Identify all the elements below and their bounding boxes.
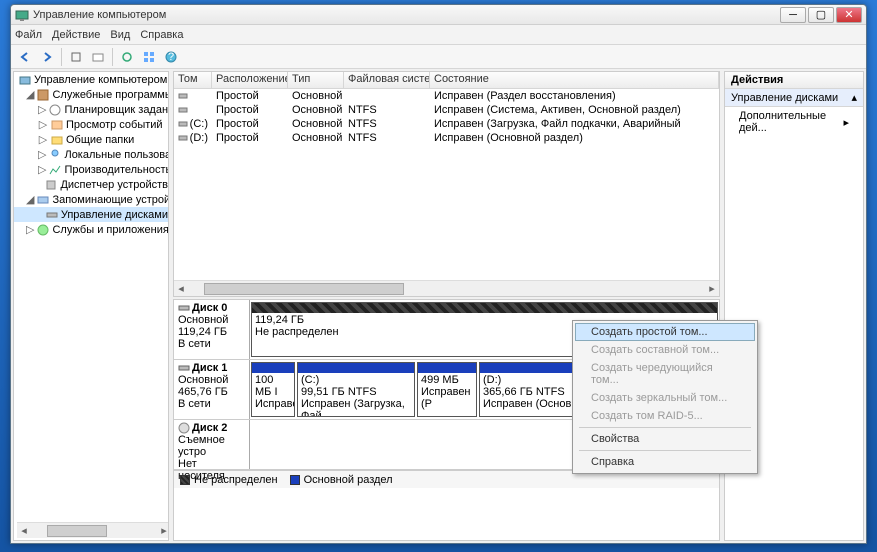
- forward-button[interactable]: [37, 47, 57, 67]
- tree-users[interactable]: ▷Локальные пользоват: [14, 147, 168, 162]
- svg-text:?: ?: [168, 51, 174, 63]
- tree-scrollbar[interactable]: ◂▸: [17, 522, 169, 538]
- list-headers[interactable]: Том Расположение Тип Файловая система Со…: [174, 72, 719, 89]
- tree-storage[interactable]: ◢Запоминающие устройс: [14, 192, 168, 207]
- tree-disk-management[interactable]: Управление дисками: [14, 207, 168, 222]
- table-row[interactable]: (D:)ПростойОсновнойNTFSИсправен (Основно…: [174, 131, 719, 145]
- disk-2-info[interactable]: Диск 2 Съемное устро Нет носителя: [174, 420, 250, 469]
- menu-action[interactable]: Действие: [52, 29, 100, 41]
- col-volume[interactable]: Том: [174, 72, 212, 88]
- actions-category[interactable]: Управление дисками▴: [725, 89, 863, 107]
- back-button[interactable]: [15, 47, 35, 67]
- tree-system-tools[interactable]: ◢Служебные программы: [14, 87, 168, 102]
- collapse-icon: ▴: [851, 91, 857, 104]
- tree-devmgr[interactable]: Диспетчер устройств: [14, 177, 168, 192]
- actions-title: Действия: [725, 72, 863, 89]
- disk-0-info[interactable]: Диск 0 Основной 119,24 ГБ В сети: [174, 300, 250, 359]
- titlebar[interactable]: Управление компьютером ─ ▢ ✕: [11, 5, 866, 25]
- disk-icon: [178, 362, 190, 374]
- ctx-create-raid5: Создать том RAID-5...: [575, 407, 755, 425]
- ctx-create-striped: Создать чередующийся том...: [575, 359, 755, 389]
- col-layout[interactable]: Расположение: [212, 72, 288, 88]
- menu-file[interactable]: Файл: [15, 29, 42, 41]
- disk-1-vol-c[interactable]: (C:)99,51 ГБ NTFSИсправен (Загрузка, Фай: [297, 362, 415, 417]
- tree-shared[interactable]: ▷Общие папки: [14, 132, 168, 147]
- disk-icon: [178, 302, 190, 314]
- ctx-properties[interactable]: Свойства: [575, 430, 755, 448]
- tree-root[interactable]: Управление компьютером (л: [14, 72, 168, 87]
- window-title: Управление компьютером: [33, 9, 780, 21]
- disc-icon: [178, 422, 190, 434]
- view-button[interactable]: [139, 47, 159, 67]
- app-icon: [15, 8, 29, 22]
- toolbar: ?: [11, 45, 866, 69]
- up-button[interactable]: [66, 47, 86, 67]
- ctx-help[interactable]: Справка: [575, 453, 755, 471]
- col-fs[interactable]: Файловая система: [344, 72, 430, 88]
- context-menu[interactable]: Создать простой том... Создать составной…: [572, 320, 758, 474]
- table-row[interactable]: ПростойОсновнойNTFSИсправен (Система, Ак…: [174, 103, 719, 117]
- tree-scheduler[interactable]: ▷Планировщик заданий: [14, 102, 168, 117]
- disk-1-vol-0[interactable]: 100 МБ ІИсправе: [251, 362, 295, 417]
- ctx-create-spanned: Создать составной том...: [575, 341, 755, 359]
- table-row[interactable]: (C:)ПростойОсновнойNTFSИсправен (Загрузк…: [174, 117, 719, 131]
- menubar: Файл Действие Вид Справка: [11, 25, 866, 45]
- tree-services[interactable]: ▷Службы и приложения: [14, 222, 168, 237]
- minimize-button[interactable]: ─: [780, 7, 806, 23]
- ctx-create-mirror: Создать зеркальный том...: [575, 389, 755, 407]
- actions-more[interactable]: Дополнительные дей...▸: [725, 107, 863, 137]
- menu-view[interactable]: Вид: [110, 29, 130, 41]
- arrow-right-icon: ▸: [843, 116, 849, 129]
- disk-1-vol-2[interactable]: 499 МБИсправен (Р: [417, 362, 477, 417]
- help-button[interactable]: ?: [161, 47, 181, 67]
- disk-1-info[interactable]: Диск 1 Основной 465,76 ГБ В сети: [174, 360, 250, 419]
- menu-help[interactable]: Справка: [140, 29, 183, 41]
- close-button[interactable]: ✕: [836, 7, 862, 23]
- maximize-button[interactable]: ▢: [808, 7, 834, 23]
- list-scrollbar[interactable]: ◂▸: [174, 280, 719, 296]
- volume-list[interactable]: Том Расположение Тип Файловая система Со…: [173, 71, 720, 297]
- navigation-tree[interactable]: Управление компьютером (л ◢Служебные про…: [13, 71, 169, 541]
- table-row[interactable]: ПростойОсновнойИсправен (Раздел восстано…: [174, 89, 719, 103]
- tree-event-viewer[interactable]: ▷Просмотр событий: [14, 117, 168, 132]
- refresh-button[interactable]: [117, 47, 137, 67]
- tree-perf[interactable]: ▷Производительность: [14, 162, 168, 177]
- props-button[interactable]: [88, 47, 108, 67]
- col-type[interactable]: Тип: [288, 72, 344, 88]
- col-status[interactable]: Состояние: [430, 72, 719, 88]
- ctx-create-simple[interactable]: Создать простой том...: [575, 323, 755, 341]
